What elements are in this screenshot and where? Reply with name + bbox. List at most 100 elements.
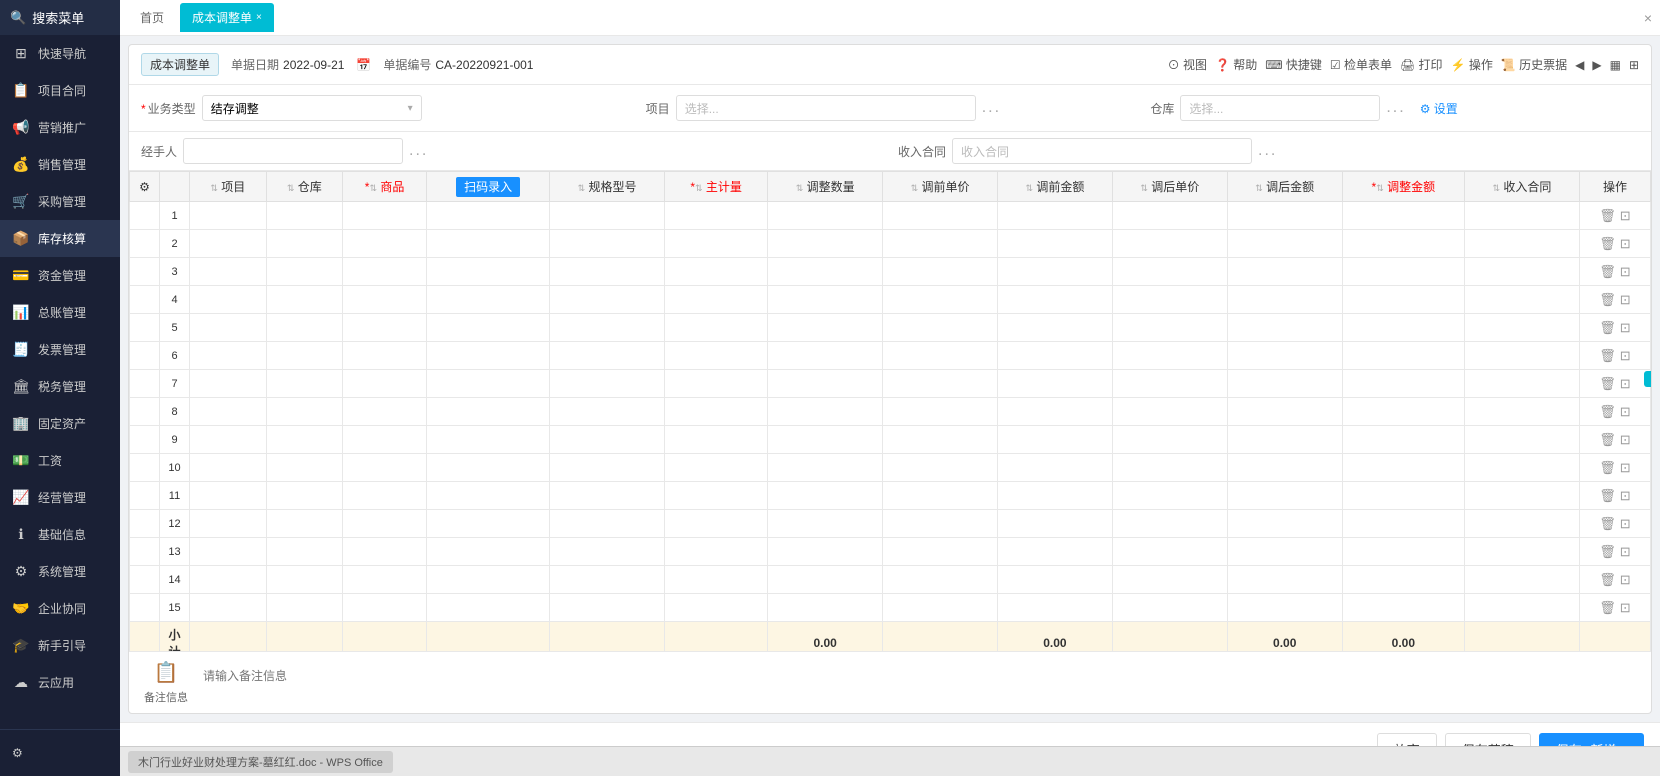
nav-next-btn[interactable]: ▶ bbox=[1592, 58, 1601, 72]
row-copy-4[interactable]: ⊡ bbox=[1620, 292, 1631, 308]
row-after-price-13[interactable] bbox=[1112, 538, 1227, 566]
row-scan-4[interactable] bbox=[427, 286, 550, 314]
row-adjust-amount-6[interactable] bbox=[1342, 342, 1464, 370]
sidebar-item-cloud-apps[interactable]: ☁云应用 bbox=[0, 664, 120, 701]
col-after-price[interactable]: ⇅ 调后单价 bbox=[1112, 172, 1227, 202]
row-after-amount-6[interactable] bbox=[1227, 342, 1342, 370]
row-goods-2[interactable] bbox=[343, 230, 427, 258]
row-adjust-qty-15[interactable] bbox=[768, 594, 883, 622]
row-warehouse-8[interactable] bbox=[266, 398, 343, 426]
row-after-price-10[interactable] bbox=[1112, 454, 1227, 482]
col-project[interactable]: ⇅ 项目 bbox=[190, 172, 267, 202]
row-before-amount-2[interactable] bbox=[997, 230, 1112, 258]
row-income-contract-6[interactable] bbox=[1465, 342, 1580, 370]
row-income-contract-10[interactable] bbox=[1465, 454, 1580, 482]
row-adjust-amount-9[interactable] bbox=[1342, 426, 1464, 454]
row-copy-13[interactable]: ⊡ bbox=[1620, 544, 1631, 560]
row-project-13[interactable] bbox=[190, 538, 267, 566]
expand-btn[interactable]: ⊞ bbox=[1629, 58, 1639, 72]
row-before-price-6[interactable] bbox=[883, 342, 998, 370]
sidebar-item-tax[interactable]: 🏛税务管理 bbox=[0, 368, 120, 405]
row-goods-13[interactable] bbox=[343, 538, 427, 566]
row-adjust-qty-2[interactable] bbox=[768, 230, 883, 258]
help-btn[interactable]: ❓ 帮助 bbox=[1215, 56, 1257, 73]
row-delete-13[interactable]: 🗑 bbox=[1599, 544, 1616, 560]
row-after-amount-9[interactable] bbox=[1227, 426, 1342, 454]
row-income-contract-9[interactable] bbox=[1465, 426, 1580, 454]
row-copy-1[interactable]: ⊡ bbox=[1620, 208, 1631, 224]
row-goods-9[interactable] bbox=[343, 426, 427, 454]
row-warehouse-3[interactable] bbox=[266, 258, 343, 286]
row-adjust-qty-12[interactable] bbox=[768, 510, 883, 538]
income-contract-input[interactable]: 收入合同 bbox=[952, 138, 1252, 164]
row-copy-14[interactable]: ⊡ bbox=[1620, 572, 1631, 588]
row-income-contract-15[interactable] bbox=[1465, 594, 1580, 622]
row-delete-14[interactable]: 🗑 bbox=[1599, 572, 1616, 588]
row-after-amount-8[interactable] bbox=[1227, 398, 1342, 426]
col-before-price[interactable]: ⇅ 调前单价 bbox=[883, 172, 998, 202]
row-adjust-amount-14[interactable] bbox=[1342, 566, 1464, 594]
row-adjust-amount-5[interactable] bbox=[1342, 314, 1464, 342]
row-goods-3[interactable] bbox=[343, 258, 427, 286]
row-copy-3[interactable]: ⊡ bbox=[1620, 264, 1631, 280]
row-goods-4[interactable] bbox=[343, 286, 427, 314]
row-copy-2[interactable]: ⊡ bbox=[1620, 236, 1631, 252]
row-after-amount-1[interactable] bbox=[1227, 202, 1342, 230]
row-adjust-qty-11[interactable] bbox=[768, 482, 883, 510]
right-side-tab[interactable] bbox=[1644, 371, 1652, 387]
row-after-price-12[interactable] bbox=[1112, 510, 1227, 538]
row-income-contract-5[interactable] bbox=[1465, 314, 1580, 342]
row-after-price-6[interactable] bbox=[1112, 342, 1227, 370]
settings-item[interactable]: ⚙ bbox=[0, 738, 120, 768]
row-after-amount-10[interactable] bbox=[1227, 454, 1342, 482]
row-warehouse-6[interactable] bbox=[266, 342, 343, 370]
row-after-price-3[interactable] bbox=[1112, 258, 1227, 286]
sidebar-item-sales[interactable]: 💰销售管理 bbox=[0, 146, 120, 183]
row-project-7[interactable] bbox=[190, 370, 267, 398]
row-scan-6[interactable] bbox=[427, 342, 550, 370]
row-delete-9[interactable]: 🗑 bbox=[1599, 432, 1616, 448]
row-before-amount-10[interactable] bbox=[997, 454, 1112, 482]
row-before-amount-11[interactable] bbox=[997, 482, 1112, 510]
sidebar-search[interactable]: 🔍 搜索菜单 bbox=[0, 0, 120, 35]
row-after-amount-2[interactable] bbox=[1227, 230, 1342, 258]
row-unit-3[interactable] bbox=[665, 258, 768, 286]
row-spec-5[interactable] bbox=[550, 314, 665, 342]
row-after-amount-3[interactable] bbox=[1227, 258, 1342, 286]
row-spec-9[interactable] bbox=[550, 426, 665, 454]
row-delete-8[interactable]: 🗑 bbox=[1599, 404, 1616, 420]
row-before-amount-5[interactable] bbox=[997, 314, 1112, 342]
row-after-amount-7[interactable] bbox=[1227, 370, 1342, 398]
row-after-amount-15[interactable] bbox=[1227, 594, 1342, 622]
row-project-5[interactable] bbox=[190, 314, 267, 342]
row-delete-1[interactable]: 🗑 bbox=[1599, 208, 1616, 224]
row-after-price-5[interactable] bbox=[1112, 314, 1227, 342]
row-scan-13[interactable] bbox=[427, 538, 550, 566]
row-before-amount-7[interactable] bbox=[997, 370, 1112, 398]
row-before-price-13[interactable] bbox=[883, 538, 998, 566]
row-scan-3[interactable] bbox=[427, 258, 550, 286]
row-adjust-qty-7[interactable] bbox=[768, 370, 883, 398]
tab-close-icon[interactable]: × bbox=[256, 12, 262, 23]
row-before-amount-1[interactable] bbox=[997, 202, 1112, 230]
row-before-price-14[interactable] bbox=[883, 566, 998, 594]
warehouse-dots[interactable]: ... bbox=[1386, 99, 1405, 117]
row-after-price-15[interactable] bbox=[1112, 594, 1227, 622]
sidebar-item-invoice[interactable]: 🧾发票管理 bbox=[0, 331, 120, 368]
row-unit-11[interactable] bbox=[665, 482, 768, 510]
grid-view-btn[interactable]: ▦ bbox=[1610, 58, 1621, 72]
row-income-contract-11[interactable] bbox=[1465, 482, 1580, 510]
row-income-contract-8[interactable] bbox=[1465, 398, 1580, 426]
remarks-input[interactable] bbox=[203, 660, 1639, 692]
actions-btn[interactable]: ⚡ 操作 bbox=[1451, 56, 1493, 73]
row-adjust-qty-3[interactable] bbox=[768, 258, 883, 286]
col-before-amount[interactable]: ⇅ 调前金额 bbox=[997, 172, 1112, 202]
row-spec-6[interactable] bbox=[550, 342, 665, 370]
row-delete-11[interactable]: 🗑 bbox=[1599, 488, 1616, 504]
row-spec-10[interactable] bbox=[550, 454, 665, 482]
doc-date-icon[interactable]: 📅 bbox=[356, 58, 371, 72]
col-after-amount[interactable]: ⇅ 调后金额 bbox=[1227, 172, 1342, 202]
row-before-amount-8[interactable] bbox=[997, 398, 1112, 426]
row-copy-15[interactable]: ⊡ bbox=[1620, 600, 1631, 616]
row-adjust-amount-3[interactable] bbox=[1342, 258, 1464, 286]
